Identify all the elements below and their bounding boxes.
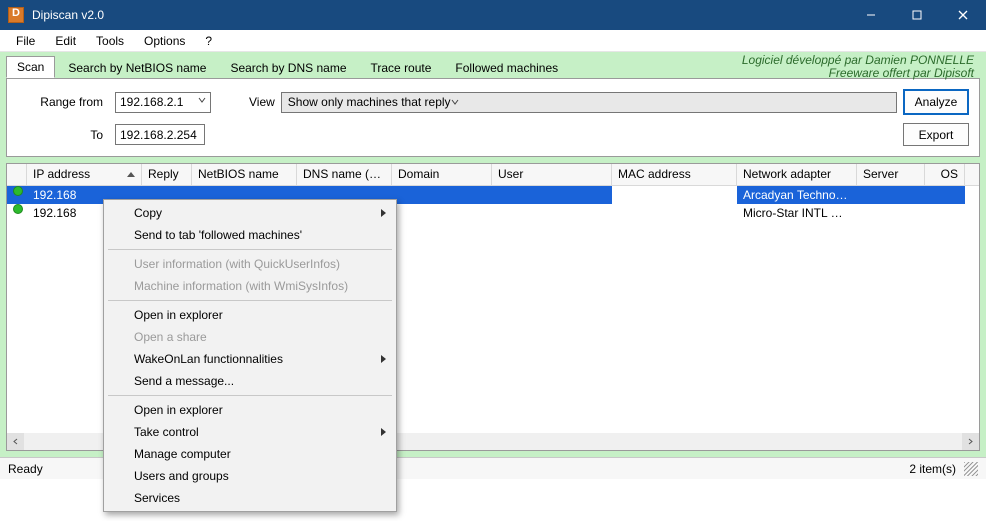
minimize-button[interactable] (848, 0, 894, 30)
status-left: Ready (8, 462, 43, 476)
range-from-label: Range from (17, 95, 109, 109)
context-menu: Copy Send to tab 'followed machines' Use… (103, 199, 397, 512)
menu-edit[interactable]: Edit (45, 32, 86, 50)
tab-search-dns[interactable]: Search by DNS name (219, 57, 357, 78)
submenu-arrow-icon (381, 428, 386, 436)
maximize-button[interactable] (894, 0, 940, 30)
cm-open-explorer-2[interactable]: Open in explorer (106, 399, 394, 421)
cm-send-to-tab[interactable]: Send to tab 'followed machines' (106, 224, 394, 246)
status-cell (7, 204, 27, 222)
cell-adapter: Arcadyan Technolog... (737, 186, 857, 204)
status-right: 2 item(s) (909, 462, 956, 476)
scan-panel: Range from 192.168.2.1 View Show only ma… (6, 78, 980, 157)
col-mac[interactable]: MAC address (612, 164, 737, 185)
status-up-icon (13, 204, 23, 214)
col-domain[interactable]: Domain (392, 164, 492, 185)
cm-send-message[interactable]: Send a message... (106, 370, 394, 392)
tab-scan[interactable]: Scan (6, 56, 55, 78)
cell-user (492, 204, 612, 222)
to-label: To (17, 128, 109, 142)
app-icon (8, 7, 24, 23)
cm-separator (108, 249, 392, 250)
menu-file[interactable]: File (6, 32, 45, 50)
cell-adapter: Micro-Star INTL CO.... (737, 204, 857, 222)
analyze-button[interactable]: Analyze (903, 89, 969, 115)
view-label: View (249, 95, 275, 109)
cell-os (925, 186, 965, 204)
cell-domain (392, 204, 492, 222)
cm-machine-info: Machine information (with WmiSysInfos) (106, 275, 394, 297)
menu-tools[interactable]: Tools (86, 32, 134, 50)
col-status[interactable] (7, 164, 27, 185)
cm-manage-computer[interactable]: Manage computer (106, 443, 394, 465)
cm-separator (108, 395, 392, 396)
submenu-arrow-icon (381, 355, 386, 363)
chevron-down-icon (451, 98, 459, 106)
col-netbios[interactable]: NetBIOS name (192, 164, 297, 185)
col-adapter[interactable]: Network adapter (737, 164, 857, 185)
cell-domain (392, 186, 492, 204)
tab-trace-route[interactable]: Trace route (360, 57, 443, 78)
col-dns[interactable]: DNS name (FQ... (297, 164, 392, 185)
table-header: IP address Reply NetBIOS name DNS name (… (7, 164, 979, 186)
cm-users-groups[interactable]: Users and groups (106, 465, 394, 487)
titlebar: Dipiscan v2.0 (0, 0, 986, 30)
cm-separator (108, 300, 392, 301)
menu-options[interactable]: Options (134, 32, 195, 50)
view-value: Show only machines that reply (288, 95, 451, 109)
ip-to-input[interactable] (115, 124, 205, 145)
submenu-arrow-icon (381, 209, 386, 217)
resize-grip-icon[interactable] (964, 462, 978, 476)
window-title: Dipiscan v2.0 (32, 8, 848, 22)
export-button[interactable]: Export (903, 123, 969, 146)
cell-server (857, 204, 925, 222)
cm-wakeonlan[interactable]: WakeOnLan functionnalities (106, 348, 394, 370)
chevron-down-icon (198, 96, 206, 104)
cell-mac (612, 186, 737, 204)
ip-from-value: 192.168.2.1 (120, 95, 183, 109)
col-server[interactable]: Server (857, 164, 925, 185)
cell-os (925, 204, 965, 222)
scroll-left-arrow[interactable] (7, 433, 24, 450)
menubar: File Edit Tools Options ? (0, 30, 986, 52)
col-reply[interactable]: Reply (142, 164, 192, 185)
status-cell (7, 186, 27, 204)
ip-from-combo[interactable]: 192.168.2.1 (115, 92, 211, 113)
cm-services[interactable]: Services (106, 487, 394, 509)
col-os[interactable]: OS (925, 164, 965, 185)
cm-take-control[interactable]: Take control (106, 421, 394, 443)
status-up-icon (13, 186, 23, 196)
col-ip[interactable]: IP address (27, 164, 142, 185)
menu-help[interactable]: ? (195, 32, 222, 50)
cell-mac (612, 204, 737, 222)
cm-user-info: User information (with QuickUserInfos) (106, 253, 394, 275)
tab-search-netbios[interactable]: Search by NetBIOS name (57, 57, 217, 78)
credits: Logiciel développé par Damien PONNELLE F… (742, 54, 974, 80)
credits-line-2: Freeware offert par Dipisoft (742, 67, 974, 80)
cm-open-share: Open a share (106, 326, 394, 348)
cm-copy[interactable]: Copy (106, 202, 394, 224)
view-combo[interactable]: Show only machines that reply (281, 92, 897, 113)
tab-followed-machines[interactable]: Followed machines (444, 57, 569, 78)
scroll-right-arrow[interactable] (962, 433, 979, 450)
cell-user (492, 186, 612, 204)
close-button[interactable] (940, 0, 986, 30)
col-user[interactable]: User (492, 164, 612, 185)
cell-server (857, 186, 925, 204)
cm-open-explorer-1[interactable]: Open in explorer (106, 304, 394, 326)
